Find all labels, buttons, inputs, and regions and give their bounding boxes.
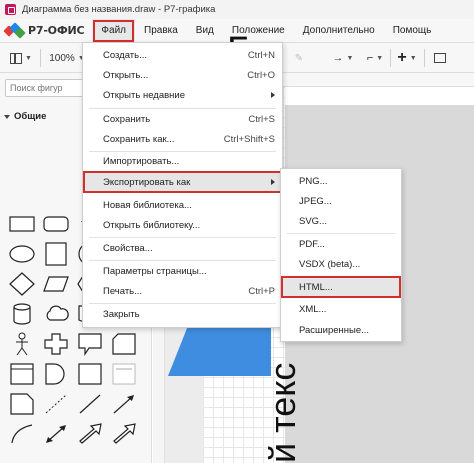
menu-open[interactable]: Открыть... Ctrl+O [83, 65, 282, 85]
collapse-triangle-icon [4, 114, 10, 119]
layout-toggle-button[interactable]: ▼ [6, 48, 36, 68]
shape-container[interactable] [76, 361, 104, 387]
menu-properties[interactable]: Свойства... [83, 238, 282, 258]
vertical-text-shape[interactable]: й текс [262, 363, 304, 463]
menu-new-library[interactable]: Новая библиотека... [83, 195, 282, 215]
fullscreen-button[interactable] [432, 48, 448, 68]
shape-actor[interactable] [8, 331, 36, 357]
menu-export-as[interactable]: Экспортировать как [83, 171, 282, 193]
shape-cloud[interactable] [42, 301, 70, 327]
chevron-down-icon: ▼ [25, 54, 32, 62]
shape-card[interactable] [110, 331, 138, 357]
menu-print[interactable]: Печать... Ctrl+P [83, 281, 282, 301]
menu-import[interactable]: Импортировать... [83, 151, 282, 171]
shape-cylinder[interactable] [8, 301, 36, 327]
logo-text: Р7-ОФИС [28, 24, 85, 37]
title-bar: Диаграмма без названия.draw - Р7-графика [0, 0, 474, 19]
export-jpeg[interactable]: JPEG... [281, 191, 401, 211]
menu-extras[interactable]: Дополнительно [294, 19, 384, 43]
export-advanced[interactable]: Расширенные... [281, 320, 401, 340]
app-icon [5, 4, 16, 15]
menu-edit[interactable]: Правка [135, 19, 187, 43]
submenu-arrow-icon [271, 179, 275, 185]
waypoint-icon: ⌐ [366, 52, 374, 64]
menu-close[interactable]: Закрыть [83, 304, 282, 324]
shape-rounded-rectangle[interactable] [42, 211, 70, 237]
shape-or[interactable] [42, 361, 70, 387]
insert-button[interactable]: + ▼ [394, 48, 420, 68]
shape-rectangle[interactable] [8, 211, 36, 237]
shape-callout[interactable] [76, 331, 104, 357]
toolbar-divider [40, 49, 41, 67]
arrow-right-icon: → [332, 52, 344, 64]
toolbar-divider [390, 49, 391, 67]
menu-save[interactable]: Сохранить Ctrl+S [83, 109, 282, 129]
connector-style-button[interactable]: → ▼ [330, 48, 356, 68]
chevron-down-icon: ▼ [409, 54, 417, 62]
shape-square[interactable] [42, 241, 70, 267]
layout-icon [10, 52, 23, 64]
app-logo: Р7-ОФИС [3, 21, 85, 39]
shape-parallelogram[interactable] [42, 271, 70, 297]
menu-file[interactable]: Файл [92, 18, 136, 43]
shape-list[interactable] [110, 361, 138, 387]
waypoint-style-button[interactable]: ⌐ ▼ [362, 48, 388, 68]
file-menu-dropdown: Создать... Ctrl+N Открыть... Ctrl+O Открыт… [82, 42, 283, 328]
menu-help[interactable]: Помощь [384, 19, 441, 43]
export-pdf[interactable]: PDF... [281, 234, 401, 254]
shape-cross[interactable] [42, 331, 70, 357]
shape-diamond[interactable] [8, 271, 36, 297]
menu-page-setup[interactable]: Параметры страницы... [83, 261, 282, 281]
shape-double-arrow[interactable] [42, 421, 70, 447]
submenu-arrow-icon [271, 92, 275, 98]
export-xml[interactable]: XML... [281, 299, 401, 319]
export-svg[interactable]: SVG... [281, 211, 401, 231]
shape-note[interactable] [8, 391, 36, 417]
shape-arrow-line[interactable] [110, 391, 138, 417]
menu-save-as[interactable]: Сохранить как... Ctrl+Shift+S [83, 129, 282, 149]
shape-block-arrow[interactable] [76, 421, 104, 447]
menu-open-recent[interactable]: Открыть недавние [83, 85, 282, 105]
shape-dotted-line[interactable] [42, 391, 70, 417]
export-submenu: PNG... JPEG... SVG... PDF... VSDX (beta)… [280, 168, 402, 342]
menu-view[interactable]: Вид [187, 19, 223, 43]
menu-open-library[interactable]: Открыть библиотеку... [83, 215, 282, 235]
export-vsdx[interactable]: VSDX (beta)... [281, 254, 401, 274]
plus-icon: + [397, 49, 407, 66]
logo-icon [3, 21, 26, 39]
shape-curve[interactable] [8, 421, 36, 447]
window-title: Диаграмма без названия.draw - Р7-графика [22, 4, 216, 15]
chevron-down-icon: ▼ [346, 54, 354, 62]
fullscreen-icon [434, 53, 446, 63]
export-html[interactable]: HTML... [281, 276, 401, 298]
shape-line[interactable] [76, 391, 104, 417]
chevron-down-icon: ▼ [376, 54, 384, 62]
menu-create[interactable]: Создать... Ctrl+N [83, 45, 282, 65]
section-general-label: Общие [14, 111, 47, 122]
shape-step[interactable] [8, 361, 36, 387]
format-painter-icon[interactable]: ✎ [292, 48, 306, 68]
section-general-header[interactable]: Общие [4, 111, 46, 122]
zoom-value: 100% [49, 52, 75, 64]
export-png[interactable]: PNG... [281, 171, 401, 191]
toolbar-divider [424, 49, 425, 67]
shape-ellipse[interactable] [8, 241, 36, 267]
shape-flex-arrow[interactable] [110, 421, 138, 447]
